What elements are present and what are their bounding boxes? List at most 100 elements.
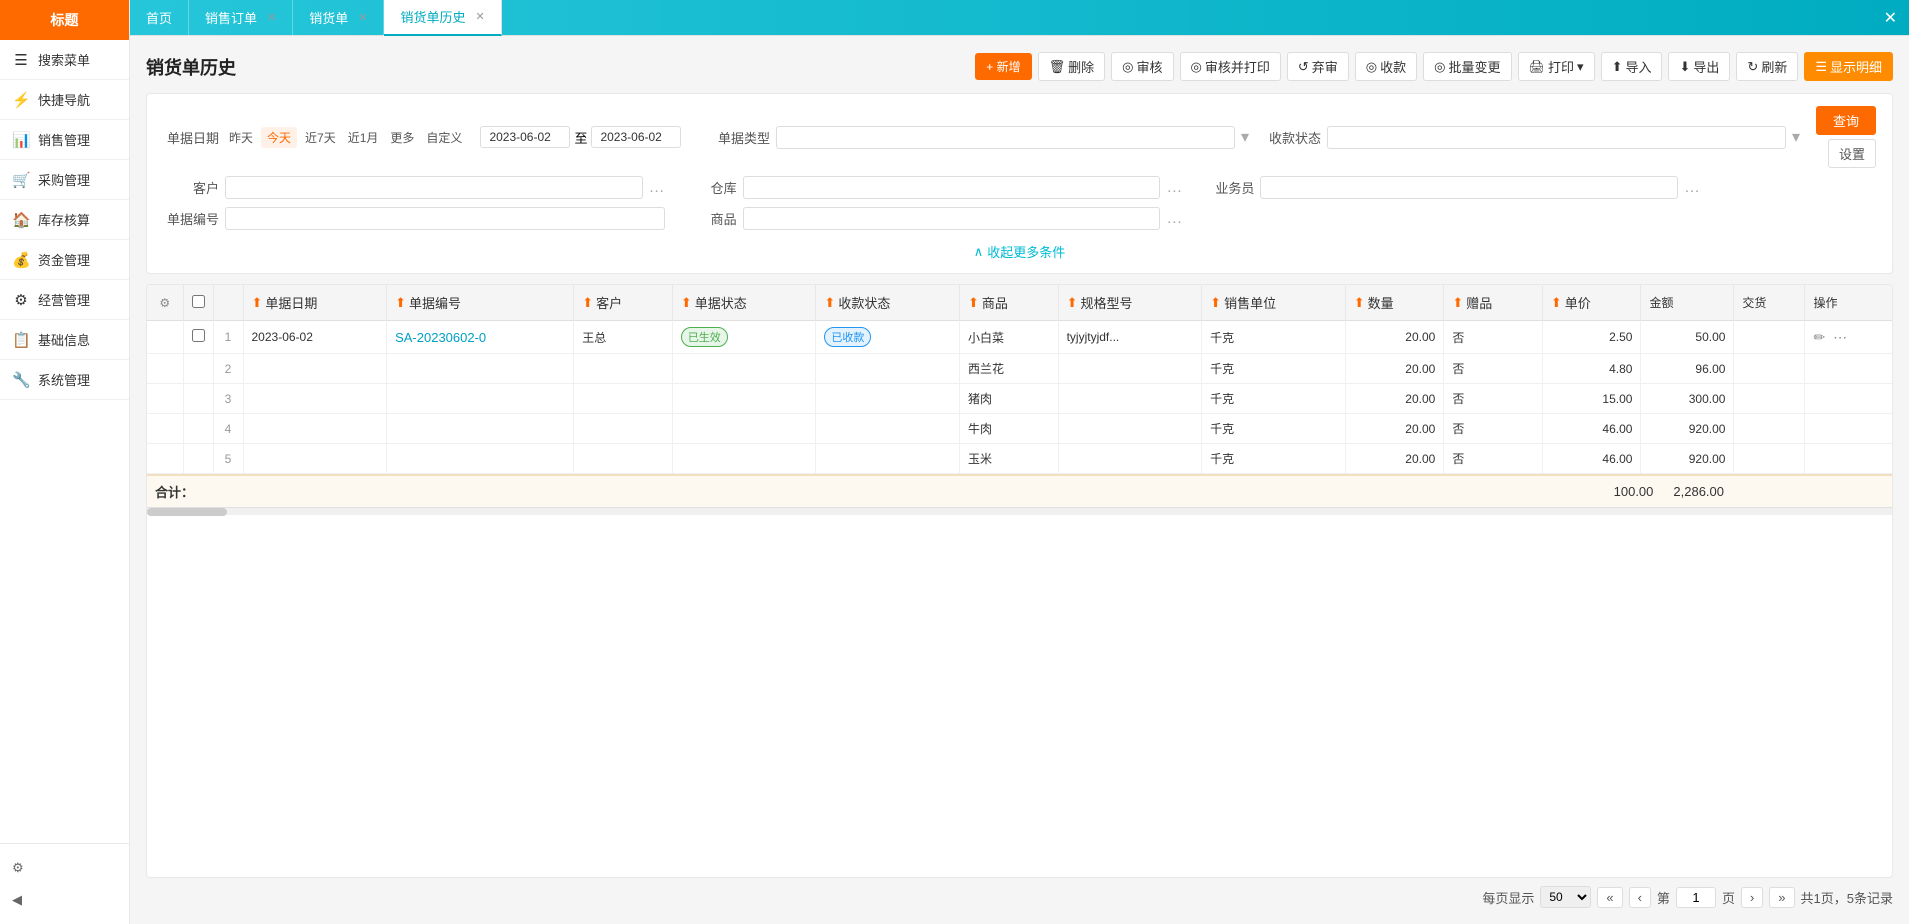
sidebar-item-sys-mgmt[interactable]: 🔧 系统管理 (0, 360, 129, 400)
row-settings-col (147, 444, 183, 474)
row-amount: 96.00 (1641, 354, 1734, 384)
more-icon[interactable]: ⋯ (1833, 329, 1847, 346)
batch-change-button[interactable]: ◎ 批量变更 (1423, 52, 1511, 81)
col-unit[interactable]: ⬆ 销售单位 (1202, 285, 1346, 321)
sidebar-item-search-menu[interactable]: ☰ 搜索菜单 (0, 40, 129, 80)
sidebar-item-quick-nav[interactable]: ⚡ 快捷导航 (0, 80, 129, 120)
tab-sales-history[interactable]: 销货单历史 ✕ (384, 0, 501, 36)
show-detail-button[interactable]: ☰ 显示明细 (1804, 52, 1893, 81)
col-doc-status[interactable]: ⬆ 单据状态 (672, 285, 816, 321)
sidebar-item-inventory[interactable]: 🏠 库存核算 (0, 200, 129, 240)
salesperson-label: 业务员 (1198, 178, 1254, 197)
row-goods: 西兰花 (960, 354, 1059, 384)
next-page-btn[interactable]: › (1741, 887, 1763, 908)
sidebar-item-label: 资金管理 (38, 250, 90, 269)
col-pay-status[interactable]: ⬆ 收款状态 (816, 285, 960, 321)
discard-button[interactable]: ↺ 弃审 (1287, 52, 1349, 81)
row-checkbox-col[interactable] (183, 384, 213, 414)
row-price: 4.80 (1542, 354, 1641, 384)
doc-no-link[interactable]: SA-20230602-0 (395, 330, 486, 345)
doc-type-dropdown[interactable]: ▾ (1241, 127, 1249, 147)
sidebar-item-fund-mgmt[interactable]: 💰 资金管理 (0, 240, 129, 280)
new-button[interactable]: + 新增 (975, 53, 1031, 80)
row-customer (574, 354, 673, 384)
col-goods[interactable]: ⬆ 商品 (960, 285, 1059, 321)
customer-dots[interactable]: … (649, 179, 665, 197)
row-checkbox-col[interactable] (183, 414, 213, 444)
audit-print-button[interactable]: ◎ 审核并打印 (1180, 52, 1281, 81)
sidebar-item-basic-info[interactable]: 📋 基础信息 (0, 320, 129, 360)
tab-sales-order[interactable]: 销售订单 ✕ (189, 0, 293, 36)
doc-no-input[interactable] (225, 207, 665, 230)
scroll-area[interactable] (147, 507, 1892, 515)
date-btn-1month[interactable]: 近1月 (344, 127, 383, 148)
date-btn-yesterday[interactable]: 昨天 (225, 127, 257, 148)
collect-button[interactable]: ◎ 收款 (1355, 52, 1417, 81)
pay-status-input[interactable] (1327, 126, 1786, 149)
goods-input[interactable] (743, 207, 1161, 230)
date-btn-custom[interactable]: 自定义 (422, 127, 466, 148)
salesperson-dots[interactable]: … (1684, 179, 1700, 197)
sidebar-bottom-collapse[interactable]: ◀ (0, 884, 129, 916)
col-customer-sort-icon: ⬆ (582, 295, 593, 311)
export-button[interactable]: ⬇ 导出 (1668, 52, 1730, 81)
query-button[interactable]: 查询 (1816, 106, 1876, 135)
col-doc-date-sort-icon: ⬆ (252, 295, 263, 311)
date-btn-7days[interactable]: 近7天 (301, 127, 340, 148)
doc-type-input[interactable] (776, 126, 1235, 149)
warehouse-dots[interactable]: … (1166, 179, 1182, 197)
pagination: 每页显示 50 100 200 « ‹ 第 页 › » 共1页，5条记录 (146, 878, 1893, 908)
col-gift[interactable]: ⬆ 赠品 (1444, 285, 1543, 321)
tab-home[interactable]: 首页 (130, 0, 189, 36)
prev-page-btn[interactable]: ‹ (1629, 887, 1651, 908)
goods-dots[interactable]: … (1166, 210, 1182, 228)
sidebar-bottom-settings[interactable]: ⚙ (0, 852, 129, 884)
row-qty: 20.00 (1345, 354, 1444, 384)
select-all-checkbox[interactable] (192, 295, 205, 308)
first-page-btn[interactable]: « (1597, 887, 1622, 908)
sidebar-item-ops-mgmt[interactable]: ⚙ 经营管理 (0, 280, 129, 320)
pay-status-dropdown[interactable]: ▾ (1792, 127, 1800, 147)
edit-icon[interactable]: ✏ (1813, 329, 1825, 346)
sidebar-item-purchase-mgmt[interactable]: 🛒 采购管理 (0, 160, 129, 200)
row-checkbox-col[interactable] (183, 444, 213, 474)
salesperson-input[interactable] (1260, 176, 1678, 199)
sidebar-item-label: 快捷导航 (38, 90, 90, 109)
discard-icon: ↺ (1298, 59, 1309, 75)
table-row: 1 2023-06-02 SA-20230602-0 王总 已生效 已收款 小白… (147, 321, 1892, 354)
col-customer[interactable]: ⬆ 客户 (574, 285, 673, 321)
sidebar-item-label: 销售管理 (38, 130, 90, 149)
tab-sales-history-close[interactable]: ✕ (476, 10, 485, 23)
collapse-btn[interactable]: ∧ 收起更多条件 (163, 238, 1876, 261)
tab-sales-delivery-close[interactable]: ✕ (358, 11, 367, 24)
row-checkbox-col[interactable] (183, 354, 213, 384)
col-qty[interactable]: ⬆ 数量 (1345, 285, 1444, 321)
page-number-input[interactable] (1676, 887, 1716, 908)
customer-input[interactable] (225, 176, 643, 199)
col-price[interactable]: ⬆ 单价 (1542, 285, 1641, 321)
per-page-select[interactable]: 50 100 200 (1540, 886, 1591, 908)
date-btn-today[interactable]: 今天 (261, 127, 297, 148)
row-checkbox[interactable] (192, 329, 205, 342)
date-start-input[interactable] (480, 126, 570, 148)
tab-sales-delivery[interactable]: 销货单 ✕ (293, 0, 384, 36)
tabs-close-all[interactable]: ✕ (1872, 8, 1909, 28)
print-button[interactable]: 🖨 打印 ▾ (1518, 52, 1595, 81)
col-doc-date[interactable]: ⬆ 单据日期 (243, 285, 387, 321)
settings-button[interactable]: 设置 (1828, 139, 1876, 168)
last-page-btn[interactable]: » (1769, 887, 1794, 908)
audit-button[interactable]: ◎ 审核 (1111, 52, 1173, 81)
refresh-button[interactable]: ↻ 刷新 (1736, 52, 1798, 81)
col-settings[interactable]: ⚙ (147, 285, 183, 321)
date-end-input[interactable] (591, 126, 681, 148)
col-doc-no[interactable]: ⬆ 单据编号 (387, 285, 574, 321)
col-spec[interactable]: ⬆ 规格型号 (1058, 285, 1202, 321)
scroll-thumb[interactable] (147, 508, 227, 516)
import-button[interactable]: ⬆ 导入 (1601, 52, 1663, 81)
warehouse-input[interactable] (743, 176, 1161, 199)
row-checkbox-col[interactable] (183, 321, 213, 354)
delete-button[interactable]: 🗑 删除 (1038, 52, 1106, 81)
tab-sales-order-close[interactable]: ✕ (267, 11, 276, 24)
sidebar-item-sales-mgmt[interactable]: 📊 销售管理 (0, 120, 129, 160)
date-btn-more[interactable]: 更多 (386, 127, 418, 148)
